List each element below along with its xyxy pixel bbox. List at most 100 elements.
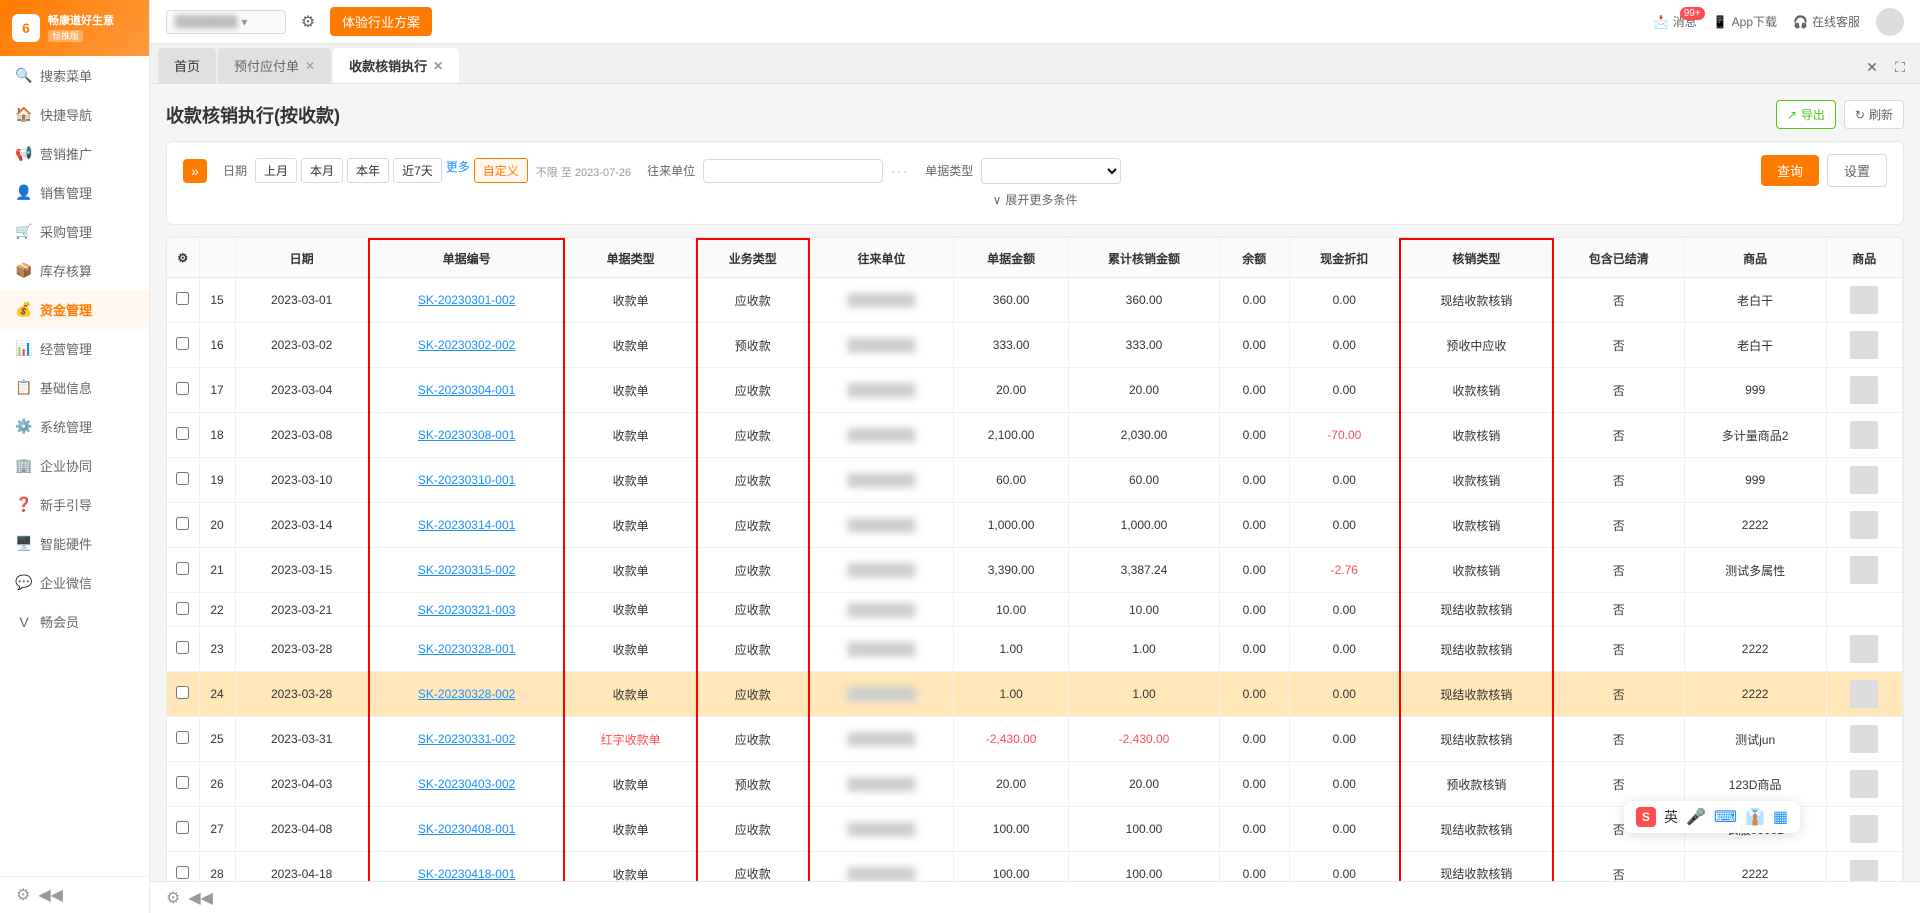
billno-link[interactable]: SK-20230418-001 xyxy=(418,867,515,881)
cell-checkbox[interactable] xyxy=(167,717,199,762)
org-selector[interactable]: ████████ ▾ xyxy=(166,10,286,34)
sidebar-item-search[interactable]: 🔍 搜索菜单 xyxy=(0,56,149,95)
row-checkbox[interactable] xyxy=(176,602,189,615)
export-button[interactable]: ↗ 导出 xyxy=(1776,100,1836,129)
sidebar-item-wechat[interactable]: 💬 企业微信 xyxy=(0,563,149,602)
expand-more-button[interactable]: ∨ 展开更多条件 xyxy=(183,187,1887,212)
tab-collection-close[interactable]: ✕ xyxy=(433,59,443,73)
row-checkbox[interactable] xyxy=(176,517,189,530)
tab-prepay-close[interactable]: ✕ xyxy=(305,59,315,73)
cell-checkbox[interactable] xyxy=(167,852,199,882)
bottom-settings-icon[interactable]: ⚙ xyxy=(166,888,180,908)
row-checkbox[interactable] xyxy=(176,562,189,575)
settings-bottom-icon[interactable]: ⚙ xyxy=(16,885,30,905)
date-btn-custom[interactable]: 自定义 xyxy=(474,158,528,183)
keyboard-icon[interactable]: ⌨ xyxy=(1714,807,1737,827)
mic-icon[interactable]: 🎤 xyxy=(1686,807,1706,827)
billno-link[interactable]: SK-20230321-003 xyxy=(418,603,515,617)
sidebar-item-hardware[interactable]: 🖥️ 智能硬件 xyxy=(0,524,149,563)
tab-home[interactable]: 首页 xyxy=(158,48,216,83)
cell-checkbox[interactable] xyxy=(167,593,199,627)
sidebar-item-marketing[interactable]: 📢 营销推广 xyxy=(0,134,149,173)
filter-toggle-button[interactable]: » xyxy=(183,159,207,183)
row-checkbox[interactable] xyxy=(176,337,189,350)
row-checkbox[interactable] xyxy=(176,427,189,440)
cell-checkbox[interactable] xyxy=(167,762,199,807)
settings-button[interactable]: 设置 xyxy=(1827,154,1887,187)
row-checkbox[interactable] xyxy=(176,821,189,834)
billno-link[interactable]: SK-20230403-002 xyxy=(418,777,515,791)
sidebar-item-quicknav[interactable]: 🏠 快捷导航 xyxy=(0,95,149,134)
bottom-collapse-icon[interactable]: ◀◀ xyxy=(188,888,213,908)
billno-link[interactable]: SK-20230308-001 xyxy=(418,428,515,442)
cell-accum: -2,430.00 xyxy=(1069,717,1220,762)
row-checkbox[interactable] xyxy=(176,292,189,305)
cell-accum: 1.00 xyxy=(1069,672,1220,717)
message-button[interactable]: 📩 消息 99+ xyxy=(1654,13,1697,30)
row-checkbox[interactable] xyxy=(176,641,189,654)
billno-link[interactable]: SK-20230315-002 xyxy=(418,563,515,577)
cell-goods2 xyxy=(1826,807,1902,852)
tab-collection[interactable]: 收款核销执行 ✕ xyxy=(333,48,459,83)
sidebar-item-system[interactable]: ⚙️ 系统管理 xyxy=(0,407,149,446)
cell-checkbox[interactable] xyxy=(167,672,199,717)
row-checkbox[interactable] xyxy=(176,866,189,879)
cell-checkbox[interactable] xyxy=(167,413,199,458)
date-more-link[interactable]: 更多 xyxy=(446,158,470,183)
billno-link[interactable]: SK-20230314-001 xyxy=(418,518,515,532)
sidebar-item-corp[interactable]: 🏢 企业协同 xyxy=(0,446,149,485)
billno-link[interactable]: SK-20230328-001 xyxy=(418,642,515,656)
counterpart-input[interactable] xyxy=(703,159,883,183)
date-btn-thismonth[interactable]: 本月 xyxy=(301,158,343,183)
cell-checkbox[interactable] xyxy=(167,368,199,413)
cell-checkbox[interactable] xyxy=(167,503,199,548)
row-checkbox[interactable] xyxy=(176,472,189,485)
cell-checkbox[interactable] xyxy=(167,278,199,323)
topbar-left: ████████ ▾ ⚙ 体验行业方案 xyxy=(166,7,1646,36)
cell-checkbox[interactable] xyxy=(167,627,199,672)
billno-link[interactable]: SK-20230331-002 xyxy=(418,732,515,746)
sidebar-item-operation[interactable]: 📊 经营管理 xyxy=(0,329,149,368)
user-avatar[interactable] xyxy=(1876,8,1904,36)
sidebar-item-basic[interactable]: 📋 基础信息 xyxy=(0,368,149,407)
tab-close-all-icon[interactable]: ✕ xyxy=(1860,55,1884,79)
row-checkbox[interactable] xyxy=(176,686,189,699)
gear-icon[interactable]: ⚙ xyxy=(294,8,322,36)
billno-link[interactable]: SK-20230304-001 xyxy=(418,383,515,397)
sidebar-item-finance[interactable]: 💰 资金管理 xyxy=(0,290,149,329)
cell-checkbox[interactable] xyxy=(167,323,199,368)
row-checkbox[interactable] xyxy=(176,776,189,789)
sidebar-item-inventory[interactable]: 📦 库存核算 xyxy=(0,251,149,290)
blurred-text: ████████ xyxy=(847,822,915,836)
billno-link[interactable]: SK-20230301-002 xyxy=(418,293,515,307)
sidebar-item-member[interactable]: V 畅会员 xyxy=(0,602,149,641)
refresh-button[interactable]: ↻ 刷新 xyxy=(1844,100,1904,129)
sidebar-item-sales[interactable]: 👤 销售管理 xyxy=(0,173,149,212)
billno-link[interactable]: SK-20230310-001 xyxy=(418,473,515,487)
online-service-button[interactable]: 🎧 在线客服 xyxy=(1793,13,1860,30)
cell-checkbox[interactable] xyxy=(167,458,199,503)
billno-link[interactable]: SK-20230408-001 xyxy=(418,822,515,836)
row-checkbox[interactable] xyxy=(176,731,189,744)
tab-prepay[interactable]: 预付应付单 ✕ xyxy=(218,48,331,83)
row-checkbox[interactable] xyxy=(176,382,189,395)
billno-link[interactable]: SK-20230302-002 xyxy=(418,338,515,352)
query-button[interactable]: 查询 xyxy=(1761,155,1819,186)
sidebar-item-purchase[interactable]: 🛒 采购管理 xyxy=(0,212,149,251)
grid-icon[interactable]: ▦ xyxy=(1773,807,1788,827)
collapse-icon[interactable]: ◀◀ xyxy=(38,885,63,905)
date-btn-7days[interactable]: 近7天 xyxy=(393,158,442,183)
billno-link[interactable]: SK-20230328-002 xyxy=(418,687,515,701)
date-btn-thisyear[interactable]: 本年 xyxy=(347,158,389,183)
col-settings-header[interactable]: ⚙ xyxy=(167,239,199,278)
col-cashdiscount-header: 现金折扣 xyxy=(1289,239,1400,278)
app-download-button[interactable]: 📱 App下载 xyxy=(1713,13,1777,30)
tab-expand-icon[interactable]: ⛶ xyxy=(1888,55,1912,79)
shirt-icon[interactable]: 👔 xyxy=(1745,807,1765,827)
cell-checkbox[interactable] xyxy=(167,807,199,852)
billtype-select[interactable] xyxy=(981,158,1121,184)
date-btn-lastmonth[interactable]: 上月 xyxy=(255,158,297,183)
solution-button[interactable]: 体验行业方案 xyxy=(330,7,432,36)
sidebar-item-guide[interactable]: ❓ 新手引导 xyxy=(0,485,149,524)
cell-checkbox[interactable] xyxy=(167,548,199,593)
